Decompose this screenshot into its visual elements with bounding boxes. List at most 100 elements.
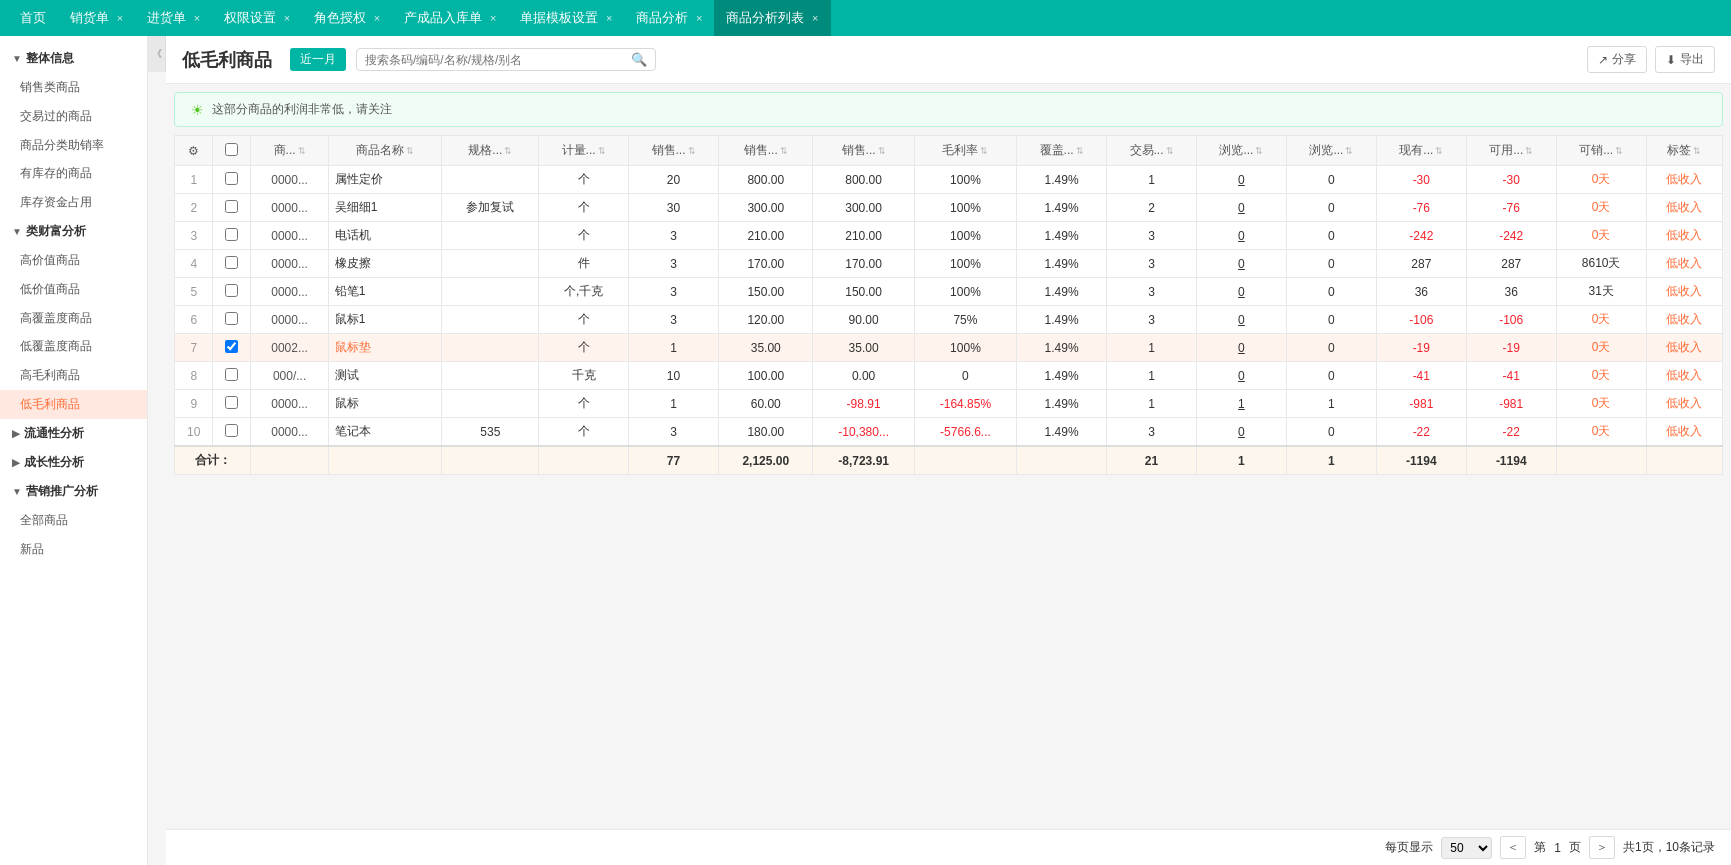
row-select-checkbox[interactable] bbox=[225, 172, 238, 185]
th-browse1[interactable]: 浏览...⇅ bbox=[1197, 136, 1287, 166]
th-sales-qty[interactable]: 销售...⇅ bbox=[629, 136, 719, 166]
th-settings[interactable]: ⚙ bbox=[175, 136, 213, 166]
nav-product-analysis-list[interactable]: 商品分析列表 × bbox=[714, 0, 830, 36]
th-gross-margin[interactable]: 毛利率⇅ bbox=[914, 136, 1016, 166]
th-current-stock[interactable]: 现有...⇅ bbox=[1376, 136, 1466, 166]
nav-sales-order[interactable]: 销货单 × bbox=[58, 0, 135, 36]
nav-product-analysis[interactable]: 商品分析 × bbox=[624, 0, 714, 36]
sort-spec[interactable]: 规格...⇅ bbox=[468, 142, 512, 159]
sidebar-item-in-stock-products[interactable]: 有库存的商品 bbox=[0, 159, 147, 188]
row-browse1[interactable]: 0 bbox=[1197, 222, 1287, 250]
sidebar-item-low-coverage[interactable]: 低覆盖度商品 bbox=[0, 332, 147, 361]
row-checkbox[interactable] bbox=[213, 222, 251, 250]
sidebar-group-liquidity-header[interactable]: ▶ 流通性分析 bbox=[0, 419, 147, 448]
th-sales-price[interactable]: 销售...⇅ bbox=[718, 136, 813, 166]
sidebar-item-low-value[interactable]: 低价值商品 bbox=[0, 275, 147, 304]
export-button[interactable]: ⬇ 导出 bbox=[1655, 46, 1715, 73]
sidebar-group-overall-header[interactable]: ▼ 整体信息 bbox=[0, 44, 147, 73]
nav-close-template[interactable]: × bbox=[606, 12, 612, 24]
sidebar-item-category-sales-rate[interactable]: 商品分类助销率 bbox=[0, 131, 147, 160]
row-name[interactable]: 笔记本 bbox=[328, 418, 442, 447]
nav-close-purchase[interactable]: × bbox=[194, 12, 200, 24]
row-name[interactable]: 鼠标 bbox=[328, 390, 442, 418]
nav-close-role[interactable]: × bbox=[374, 12, 380, 24]
th-unit[interactable]: 计量...⇅ bbox=[539, 136, 629, 166]
th-checkbox[interactable] bbox=[213, 136, 251, 166]
row-select-checkbox[interactable] bbox=[225, 424, 238, 437]
th-tag[interactable]: 标签⇅ bbox=[1646, 136, 1722, 166]
th-name[interactable]: 商品名称⇅ bbox=[328, 136, 442, 166]
row-tag[interactable]: 低收入 bbox=[1646, 306, 1722, 334]
nav-close-product[interactable]: × bbox=[490, 12, 496, 24]
row-select-checkbox[interactable] bbox=[225, 284, 238, 297]
nav-home[interactable]: 首页 bbox=[8, 0, 58, 36]
row-browse1[interactable]: 0 bbox=[1197, 334, 1287, 362]
nav-permissions[interactable]: 权限设置 × bbox=[212, 0, 302, 36]
sidebar-item-inventory-capital[interactable]: 库存资金占用 bbox=[0, 188, 147, 217]
th-sales-amount[interactable]: 销售...⇅ bbox=[813, 136, 914, 166]
th-spec[interactable]: 规格...⇅ bbox=[442, 136, 539, 166]
row-select-checkbox[interactable] bbox=[225, 228, 238, 241]
sidebar-group-wealth-header[interactable]: ▼ 类财富分析 bbox=[0, 217, 147, 246]
sort-tag[interactable]: 标签⇅ bbox=[1667, 142, 1701, 159]
next-page-button[interactable]: ＞ bbox=[1589, 836, 1615, 859]
row-select-checkbox[interactable] bbox=[225, 200, 238, 213]
row-checkbox[interactable] bbox=[213, 306, 251, 334]
sidebar-group-growth-header[interactable]: ▶ 成长性分析 bbox=[0, 448, 147, 477]
nav-close-sales[interactable]: × bbox=[117, 12, 123, 24]
nav-template-settings[interactable]: 单据模板设置 × bbox=[508, 0, 624, 36]
row-select-checkbox[interactable] bbox=[225, 396, 238, 409]
row-tag[interactable]: 低收入 bbox=[1646, 418, 1722, 447]
select-all-checkbox[interactable] bbox=[225, 143, 238, 156]
sidebar-group-marketing-header[interactable]: ▼ 营销推广分析 bbox=[0, 477, 147, 506]
row-tag[interactable]: 低收入 bbox=[1646, 334, 1722, 362]
row-name[interactable]: 测试 bbox=[328, 362, 442, 390]
row-name[interactable]: 吴细细1 bbox=[328, 194, 442, 222]
sort-unit[interactable]: 计量...⇅ bbox=[562, 142, 606, 159]
sort-sales-amount[interactable]: 销售...⇅ bbox=[842, 142, 886, 159]
sidebar-item-new-products[interactable]: 新品 bbox=[0, 535, 147, 564]
nav-product-entry[interactable]: 产成品入库单 × bbox=[392, 0, 508, 36]
prev-page-button[interactable]: ＜ bbox=[1500, 836, 1526, 859]
row-tag[interactable]: 低收入 bbox=[1646, 362, 1722, 390]
nav-role-auth[interactable]: 角色授权 × bbox=[302, 0, 392, 36]
page-size-select[interactable]: 50 100 200 bbox=[1441, 837, 1492, 859]
row-checkbox[interactable] bbox=[213, 362, 251, 390]
th-trade[interactable]: 交易...⇅ bbox=[1107, 136, 1197, 166]
row-name[interactable]: 铅笔1 bbox=[328, 278, 442, 306]
row-name[interactable]: 属性定价 bbox=[328, 166, 442, 194]
row-checkbox[interactable] bbox=[213, 418, 251, 447]
th-saleable[interactable]: 可销...⇅ bbox=[1556, 136, 1646, 166]
sidebar-item-traded-products[interactable]: 交易过的商品 bbox=[0, 102, 147, 131]
row-select-checkbox[interactable] bbox=[225, 256, 238, 269]
row-checkbox[interactable] bbox=[213, 390, 251, 418]
row-browse1[interactable]: 0 bbox=[1197, 306, 1287, 334]
sort-saleable[interactable]: 可销...⇅ bbox=[1579, 142, 1623, 159]
row-checkbox[interactable] bbox=[213, 278, 251, 306]
sort-current-stock[interactable]: 现有...⇅ bbox=[1399, 142, 1443, 159]
row-name[interactable]: 电话机 bbox=[328, 222, 442, 250]
row-browse1[interactable]: 1 bbox=[1197, 390, 1287, 418]
th-coverage[interactable]: 覆盖...⇅ bbox=[1017, 136, 1107, 166]
nav-close-permissions[interactable]: × bbox=[284, 12, 290, 24]
sort-sales-qty[interactable]: 销售...⇅ bbox=[652, 142, 696, 159]
sidebar-item-high-margin[interactable]: 高毛利商品 bbox=[0, 361, 147, 390]
row-browse1[interactable]: 0 bbox=[1197, 418, 1287, 447]
sort-sales-price[interactable]: 销售...⇅ bbox=[744, 142, 788, 159]
row-tag[interactable]: 低收入 bbox=[1646, 194, 1722, 222]
row-tag[interactable]: 低收入 bbox=[1646, 390, 1722, 418]
row-tag[interactable]: 低收入 bbox=[1646, 278, 1722, 306]
row-checkbox[interactable] bbox=[213, 250, 251, 278]
row-browse1[interactable]: 0 bbox=[1197, 194, 1287, 222]
filter-recent-month-button[interactable]: 近一月 bbox=[290, 48, 346, 71]
th-available[interactable]: 可用...⇅ bbox=[1466, 136, 1556, 166]
row-tag[interactable]: 低收入 bbox=[1646, 222, 1722, 250]
sidebar-item-high-value[interactable]: 高价值商品 bbox=[0, 246, 147, 275]
row-name[interactable]: 鼠标1 bbox=[328, 306, 442, 334]
row-browse1[interactable]: 0 bbox=[1197, 250, 1287, 278]
sidebar-item-high-coverage[interactable]: 高覆盖度商品 bbox=[0, 304, 147, 333]
row-checkbox[interactable] bbox=[213, 194, 251, 222]
row-select-checkbox[interactable] bbox=[225, 340, 238, 353]
sidebar-item-low-margin[interactable]: 低毛利商品 bbox=[0, 390, 147, 419]
nav-purchase-order[interactable]: 进货单 × bbox=[135, 0, 212, 36]
